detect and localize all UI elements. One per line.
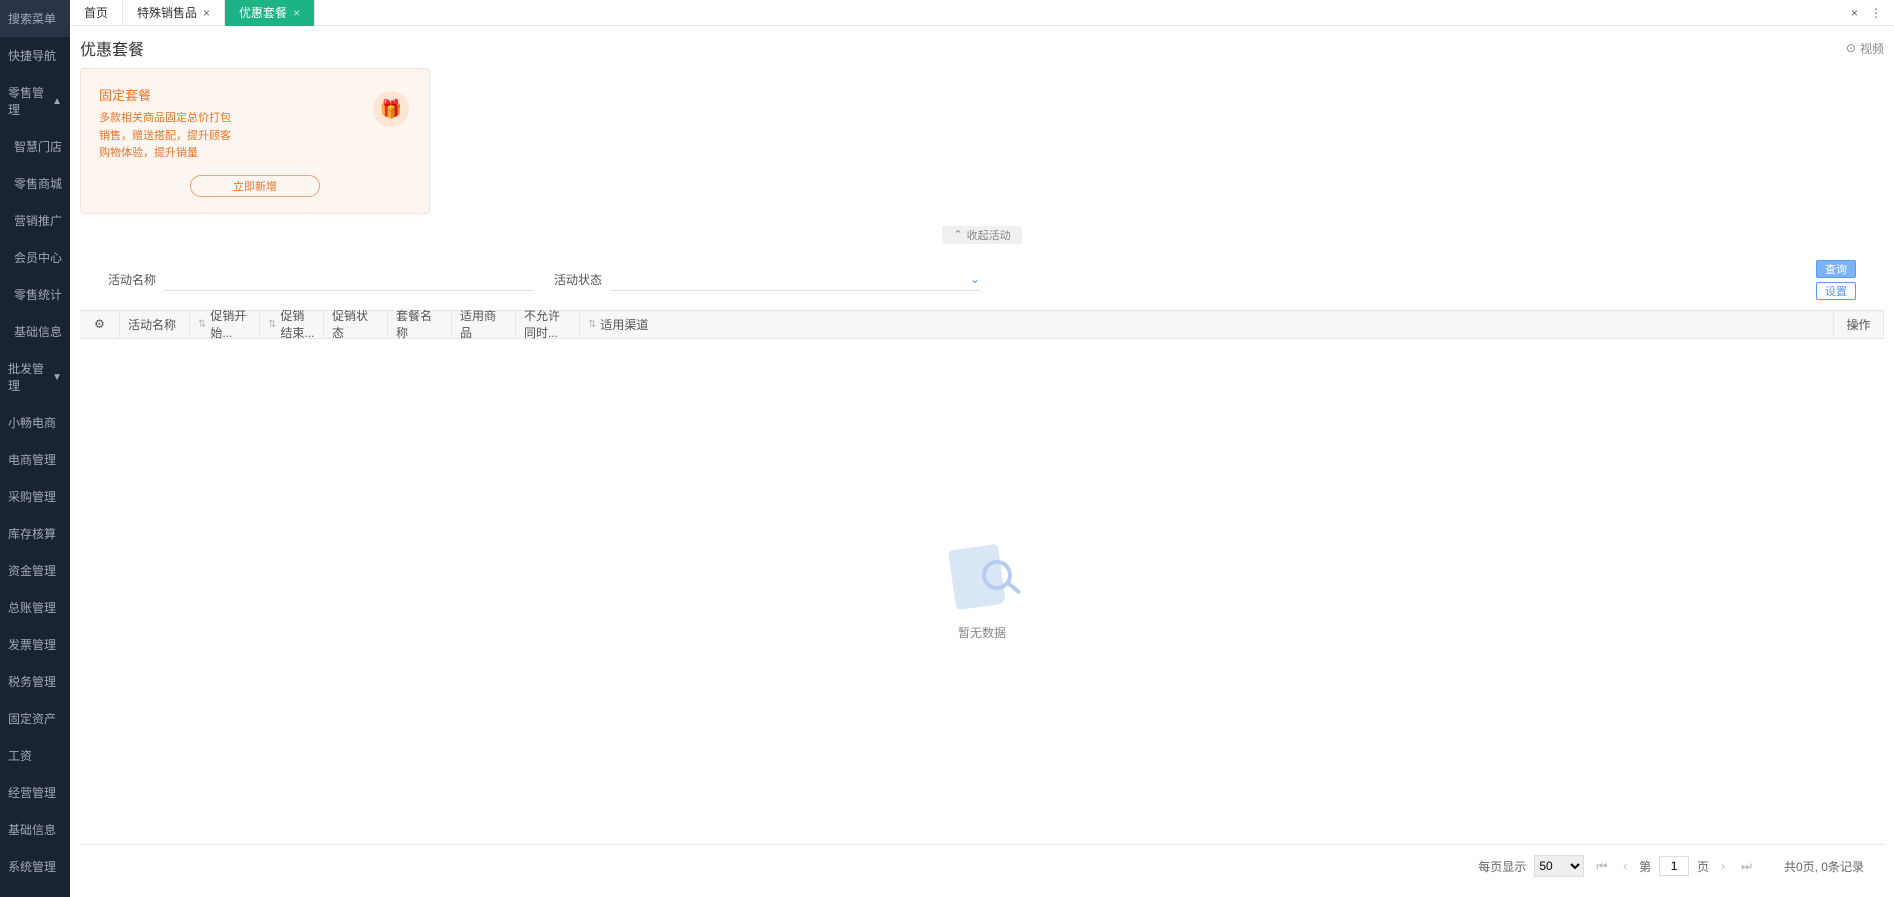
sidebar-wholesale-mgmt[interactable]: 批发管理▼ [0,350,70,404]
first-page-button[interactable]: ⏮ [1592,859,1611,874]
sidebar-item-invoice[interactable]: 发票管理 [0,626,70,663]
tab-special-sales[interactable]: 特殊销售品× [123,0,225,26]
col-disallow[interactable]: 不允许同时... [516,311,580,338]
page-input[interactable] [1659,856,1689,876]
chevron-down-icon: ⌄ [970,272,980,286]
tabs-more-icon[interactable]: ⋮ [1866,4,1886,22]
empty-state: 暂无数据 [80,339,1884,844]
sidebar-item-system[interactable]: 系统管理 [0,848,70,885]
settings-button[interactable]: 设置 [1816,282,1856,300]
table-header: ⚙ 活动名称 ⇅促销开始... ⇅促销结束... 促销状态 套餐名称 适用商品 … [80,311,1884,339]
chevron-up-icon: ▲ [52,96,62,107]
sidebar-item-enterprise[interactable]: 企业协同 [0,885,70,897]
col-action: 操作 [1834,311,1884,338]
sidebar-item-basic-info-2[interactable]: 基础信息 [0,811,70,848]
table: ⚙ 活动名称 ⇅促销开始... ⇅促销结束... 促销状态 套餐名称 适用商品 … [80,310,1884,845]
col-package-name[interactable]: 套餐名称 [388,311,452,338]
column-settings-button[interactable]: ⚙ [80,311,120,338]
col-status[interactable]: 促销状态 [324,311,388,338]
sidebar-item-basic-info[interactable]: 基础信息 [0,313,70,350]
page-summary: 共0页, 0条记录 [1784,858,1864,875]
sort-icon[interactable]: ⇅ [268,319,276,330]
close-icon[interactable]: × [293,6,300,20]
page-label-pre: 第 [1639,858,1651,875]
sidebar-item-salary[interactable]: 工资 [0,737,70,774]
card-title: 固定套餐 [99,85,411,104]
video-link[interactable]: ⊙视频 [1846,40,1884,57]
page-label-post: 页 [1697,858,1709,875]
sidebar-item-retail-mall[interactable]: 零售商城 [0,165,70,202]
next-page-button[interactable]: › [1717,859,1729,873]
col-end[interactable]: ⇅促销结束... [260,311,324,338]
sidebar-item-ecommerce[interactable]: 电商管理 [0,441,70,478]
chevron-down-icon: ▼ [52,372,62,383]
sidebar-item-purchase[interactable]: 采购管理 [0,478,70,515]
double-chevron-up-icon: ⌃ [953,228,962,241]
prev-page-button[interactable]: ‹ [1619,859,1631,873]
sidebar-item-smart-store[interactable]: 智慧门店 [0,128,70,165]
sidebar-item-inventory[interactable]: 库存核算 [0,515,70,552]
search-button[interactable]: 查询 [1816,260,1856,278]
sidebar-retail-mgmt[interactable]: 零售管理▲ [0,74,70,128]
col-start[interactable]: ⇅促销开始... [190,311,260,338]
main-content: 首页 特殊销售品× 优惠套餐× × ⋮ 优惠套餐 ⊙视频 固定套餐 多款相关商品… [70,0,1894,897]
gift-icon: 🎁 [373,91,409,127]
tabs-bar: 首页 特殊销售品× 优惠套餐× × ⋮ [70,0,1894,26]
sidebar-quick-nav[interactable]: 快捷导航 [0,37,70,74]
filter-name-label: 活动名称 [108,271,156,288]
create-now-button[interactable]: 立即新增 [190,175,320,197]
per-page-label: 每页显示 [1478,858,1526,875]
tab-package[interactable]: 优惠套餐× [225,0,315,26]
collapse-activities-button[interactable]: ⌃ 收起活动 [942,226,1022,244]
gear-icon: ⚙ [94,317,105,331]
sidebar-item-ledger[interactable]: 总账管理 [0,589,70,626]
pagination: 每页显示 50 ⏮ ‹ 第 页 › ⏭ 共0页, 0条记录 [80,845,1884,887]
sort-icon[interactable]: ⇅ [198,319,206,330]
play-icon: ⊙ [1846,41,1856,55]
fixed-package-card: 固定套餐 多款相关商品固定总价打包销售，赠送搭配，提升顾客购物体验，提升销量 🎁… [80,68,430,214]
sidebar-item-fund[interactable]: 资金管理 [0,552,70,589]
sidebar-item-xiaochang[interactable]: 小畅电商 [0,404,70,441]
sidebar-item-fixed-asset[interactable]: 固定资产 [0,700,70,737]
page-title: 优惠套餐 [80,36,144,60]
sidebar-item-member-center[interactable]: 会员中心 [0,239,70,276]
sidebar-item-retail-stats[interactable]: 零售统计 [0,276,70,313]
col-activity-name[interactable]: 活动名称 [120,311,190,338]
tabs-close-all-icon[interactable]: × [1847,4,1862,22]
col-products[interactable]: 适用商品 [452,311,516,338]
sidebar-item-operation[interactable]: 经营管理 [0,774,70,811]
tab-home[interactable]: 首页 [70,0,123,26]
sidebar-search[interactable]: 搜索菜单 [0,0,70,37]
empty-icon [942,542,1022,612]
sidebar-item-tax[interactable]: 税务管理 [0,663,70,700]
per-page-select[interactable]: 50 [1534,855,1584,877]
last-page-button[interactable]: ⏭ [1737,859,1756,874]
activity-status-select[interactable]: ⌄ [610,269,980,291]
close-icon[interactable]: × [203,6,210,20]
sort-icon[interactable]: ⇅ [588,319,596,330]
activity-name-input[interactable] [164,269,534,291]
card-desc: 多款相关商品固定总价打包销售，赠送搭配，提升顾客购物体验，提升销量 [99,110,239,163]
sidebar-item-marketing[interactable]: 营销推广 [0,202,70,239]
filter-status-label: 活动状态 [554,271,602,288]
sidebar: 搜索菜单 快捷导航 零售管理▲ 智慧门店 零售商城 营销推广 会员中心 零售统计… [0,0,70,897]
col-channel[interactable]: ⇅适用渠道 [580,311,1834,338]
empty-text: 暂无数据 [958,624,1006,641]
filter-row: 活动名称 活动状态 ⌄ 查询 设置 [80,256,1884,310]
